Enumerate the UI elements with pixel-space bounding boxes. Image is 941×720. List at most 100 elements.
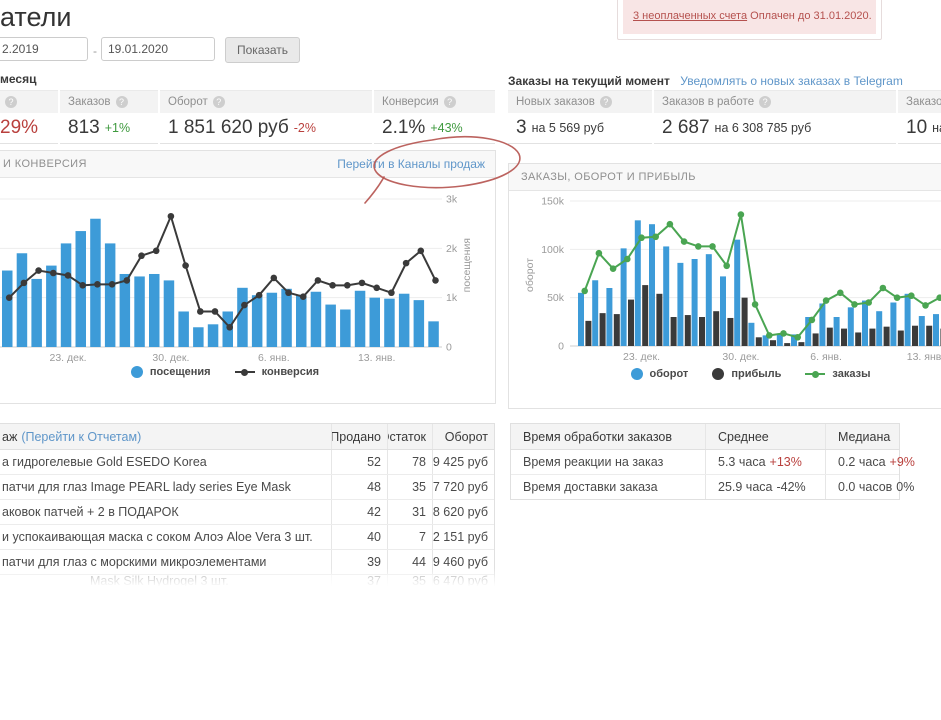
leaders-title-fragment: аж <box>2 429 18 444</box>
svg-text:30. дек.: 30. дек. <box>722 351 759 363</box>
help-icon[interactable]: ? <box>599 96 612 108</box>
telegram-notify-link[interactable]: Уведомлять о новых заказах в Telegram <box>680 74 903 88</box>
svg-text:0: 0 <box>558 341 564 353</box>
svg-text:3k: 3k <box>446 194 458 206</box>
table-row: аковок патчей + 2 в ПОДАРОК 42 31 98 620… <box>0 500 494 525</box>
stat-value: 813 <box>68 117 100 138</box>
dashboard-page: атели - Показать 3 неоплаченных счета Оп… <box>0 0 941 720</box>
legend-item-profit[interactable]: прибыль <box>712 368 781 380</box>
orders-revenue-profit-chart: 0 50k 100k 150k 23. дек. 30. дек. 6. янв. 13. я… <box>541 196 941 363</box>
table-row: и успокаивающая маска с соком Алоэ Aloe … <box>0 525 494 550</box>
panel-title-orders-revenue-profit: ЗАКАЗЫ, ОБОРОТ И ПРИБЫЛЬ <box>521 171 696 183</box>
delta-badge: -42% <box>776 480 806 494</box>
show-button[interactable]: Показать <box>225 37 301 63</box>
svg-text:50k: 50k <box>547 292 565 304</box>
stat-value: 3 <box>516 117 527 138</box>
help-icon[interactable]: ? <box>212 96 225 108</box>
y-axis-label-visits: посещения <box>461 238 473 293</box>
help-icon[interactable]: ? <box>5 96 17 108</box>
conversion-marker-icon <box>234 368 255 376</box>
stat-delta: +1% <box>104 121 131 135</box>
leaders-table: аж (Перейти к Отчетам) Продано Остаток О… <box>0 423 495 586</box>
legend-item-orders[interactable]: заказы <box>805 368 870 380</box>
svg-text:6. янв.: 6. янв. <box>810 351 842 363</box>
stat-value: 2.1% <box>382 117 426 138</box>
orders-marker-icon <box>805 370 826 378</box>
svg-text:0: 0 <box>446 342 452 354</box>
delta-badge: +13% <box>769 455 802 469</box>
help-icon[interactable]: ? <box>759 96 772 108</box>
y-axis-label-revenue: оборот <box>524 258 536 292</box>
unpaid-invoices-banner: 3 неоплаченных счета Оплачен до 31.01.20… <box>617 0 882 40</box>
visits-conversion-chart: 0 1k 2k 3k 23. дек. 30. дек. 6. янв. 13. янв. <box>0 194 458 364</box>
reports-link[interactable]: (Перейти к Отчетам) <box>21 430 141 444</box>
stat-card-cut: ? 29% <box>0 90 58 144</box>
svg-text:150k: 150k <box>541 196 565 208</box>
stat-card-revenue: Оборот ? 1 851 620 руб -2% <box>160 90 372 144</box>
table-row-partial: Mask Silk Hydrogel 3 шт. 37 35 16 470 ру… <box>0 575 494 586</box>
delta-badge: 0% <box>896 480 915 494</box>
stat-label: Конверсия <box>382 96 439 108</box>
stat-value: 29% <box>0 117 39 138</box>
processing-table-title: Время обработки заказов <box>523 429 672 444</box>
date-from-input[interactable] <box>0 37 88 61</box>
stat-delta: +43% <box>430 121 463 135</box>
date-to-input[interactable] <box>101 37 215 61</box>
svg-text:100k: 100k <box>541 244 565 256</box>
col-header-sold: Продано <box>331 424 387 449</box>
stat-card-conversion: Конверсия ? 2.1% +43% <box>374 90 495 144</box>
unpaid-invoices-link[interactable]: 3 неоплаченных счета <box>633 10 747 22</box>
col-header-stock: Остаток <box>387 424 432 449</box>
stat-suffix: на 5 569 руб <box>531 121 605 135</box>
svg-text:6. янв.: 6. янв. <box>258 352 290 364</box>
visits-chart-legend: посещения конверсия <box>0 366 450 378</box>
section-title-current-orders: Заказы на текущий момент <box>508 74 670 88</box>
stat-value: 10 <box>906 117 928 138</box>
svg-text:13. янв.: 13. янв. <box>358 352 396 364</box>
svg-text:23. дек.: 23. дек. <box>623 351 660 363</box>
stat-label: Новых заказов <box>516 96 595 108</box>
svg-text:2k: 2k <box>446 243 458 255</box>
section-title-month: месяц <box>0 72 37 86</box>
table-row: а гидрогелевые Gold ESEDO Korea 52 78 29… <box>0 450 494 475</box>
stat-suffix: на 1 <box>932 121 941 135</box>
unpaid-invoices-text: Оплачен до 31.01.2020. <box>747 10 872 22</box>
processing-time-table: Время обработки заказов Среднее Медиана … <box>510 423 915 500</box>
sales-channels-link[interactable]: Перейти в Каналы продаж <box>337 157 485 171</box>
page-title: атели <box>0 2 72 32</box>
stat-label: Оборот <box>168 96 208 108</box>
stat-suffix: на 6 308 785 руб <box>714 121 812 135</box>
table-row: Время реакции на заказ 5.3 часа +13% 0.2… <box>511 450 915 475</box>
orders-chart-legend: оборот прибыль заказы <box>560 368 941 380</box>
help-icon[interactable]: ? <box>115 96 128 108</box>
profit-marker-icon <box>712 368 725 380</box>
stat-value: 2 687 <box>662 117 710 138</box>
table-row: патчи для глаз Image PEARL lady series E… <box>0 475 494 500</box>
delta-badge: +9% <box>889 455 915 469</box>
stat-card-new-orders: Новых заказов ? 3 на 5 569 руб <box>508 90 652 144</box>
svg-text:13. янв.: 13. янв. <box>907 351 941 363</box>
svg-text:23. дек.: 23. дек. <box>50 352 87 364</box>
legend-item-conversion[interactable]: конверсия <box>234 366 319 378</box>
panel-title-visits-conversion: И КОНВЕРСИЯ <box>3 158 87 170</box>
stat-card-in-progress: Заказов в работе ? 2 687 на 6 308 785 ру… <box>654 90 896 144</box>
date-range-separator: - <box>93 44 97 58</box>
stat-card-cut-right: Заказов 10 на 1 <box>898 90 941 144</box>
col-header-revenue: Оборот <box>432 424 494 449</box>
stat-label: Заказов <box>68 96 111 108</box>
svg-text:30. дек.: 30. дек. <box>152 352 189 364</box>
stat-label: Заказов в работе <box>662 96 755 108</box>
help-icon[interactable]: ? <box>443 96 456 108</box>
visits-marker-icon <box>130 366 143 378</box>
stat-value: 1 851 620 руб <box>168 117 289 138</box>
stat-delta: -2% <box>293 121 316 135</box>
col-header-median: Медиана <box>825 424 899 449</box>
stat-label: Заказов <box>906 96 941 108</box>
revenue-marker-icon <box>630 368 643 380</box>
legend-item-visits[interactable]: посещения <box>130 366 211 378</box>
table-row: патчи для глаз с морскими микроэлементам… <box>0 550 494 575</box>
legend-item-revenue[interactable]: оборот <box>630 368 688 380</box>
col-header-average: Среднее <box>705 424 825 449</box>
table-row: Время доставки заказа 25.9 часа -42% 0.0… <box>511 475 914 500</box>
stat-card-orders: Заказов ? 813 +1% <box>60 90 158 144</box>
